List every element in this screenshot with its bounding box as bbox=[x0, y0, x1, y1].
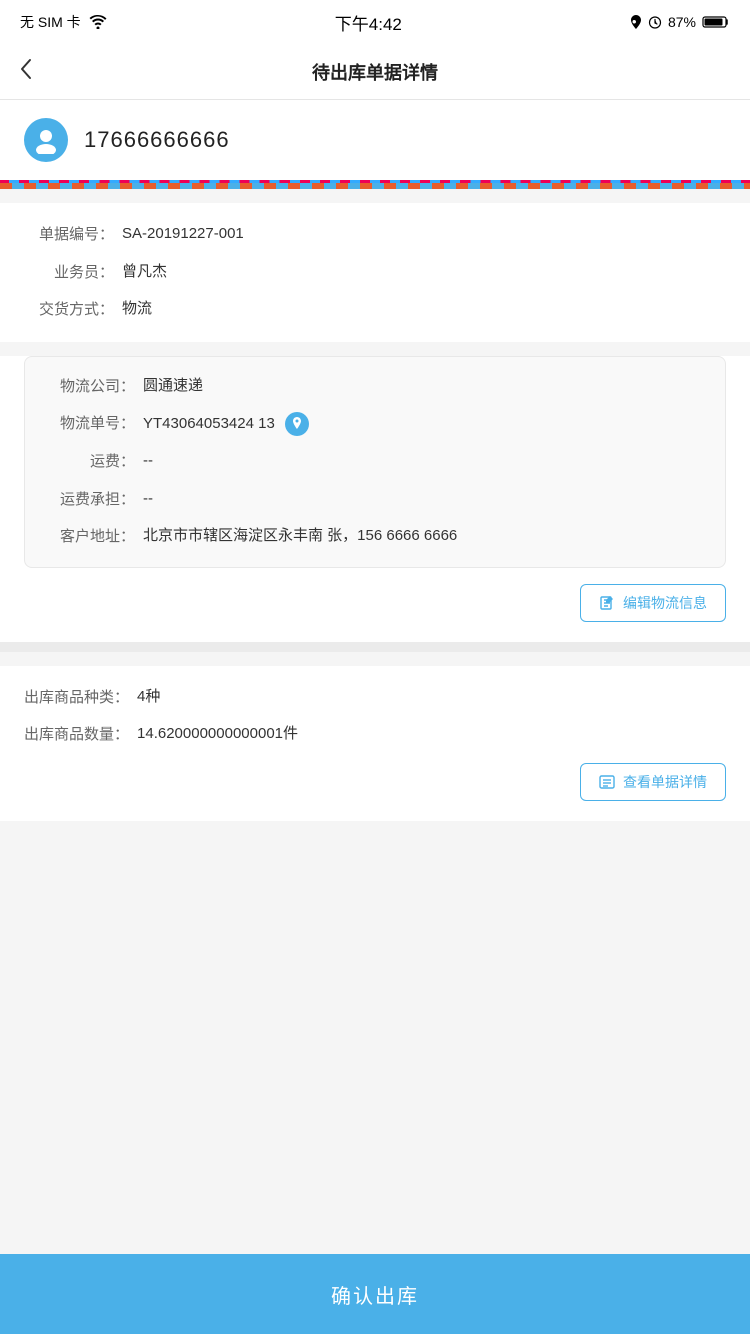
logistics-section: 物流公司： 圆通速递 物流单号： YT43064053424 13 运费： -- bbox=[0, 356, 750, 642]
delivery-value: 物流 bbox=[122, 298, 726, 321]
page-title: 待出库单据详情 bbox=[312, 59, 438, 85]
status-left: 无 SIM 卡 bbox=[20, 12, 107, 32]
battery-percent: 87% bbox=[668, 14, 696, 30]
sim-status: 无 SIM 卡 bbox=[20, 12, 81, 32]
gray-divider bbox=[0, 642, 750, 652]
logistics-company-label: 物流公司： bbox=[45, 375, 135, 399]
back-button[interactable] bbox=[12, 50, 40, 94]
outbound-section: 出库商品种类： 4种 出库商品数量： 14.620000000000001件 查… bbox=[0, 666, 750, 821]
address-row: 客户地址： 北京市市辖区海淀区永丰南 张，156 6666 6666 bbox=[45, 525, 705, 549]
status-bar: 无 SIM 卡 下午4:42 87% bbox=[0, 0, 750, 44]
confirm-bar[interactable]: 确认出库 bbox=[0, 1254, 750, 1334]
quantity-label: 出库商品数量： bbox=[24, 723, 129, 747]
logistics-company-value: 圆通速递 bbox=[143, 375, 705, 398]
salesman-row: 业务员： 曾凡杰 bbox=[24, 261, 726, 285]
view-detail-label: 查看单据详情 bbox=[623, 772, 707, 792]
freight-label: 运费： bbox=[45, 450, 135, 474]
salesman-value: 曾凡杰 bbox=[122, 261, 726, 284]
edit-logistics-button[interactable]: 编辑物流信息 bbox=[580, 584, 726, 622]
edit-logistics-label: 编辑物流信息 bbox=[623, 593, 707, 613]
quantity-value: 14.620000000000001件 bbox=[137, 723, 726, 746]
tracking-location-icon[interactable] bbox=[285, 412, 309, 436]
alarm-icon bbox=[648, 15, 662, 29]
nav-bar: 待出库单据详情 bbox=[0, 44, 750, 100]
logistics-tracking-value: YT43064053424 13 bbox=[143, 412, 705, 436]
status-right: 87% bbox=[630, 14, 730, 30]
delivery-row: 交货方式： 物流 bbox=[24, 298, 726, 322]
quantity-row: 出库商品数量： 14.620000000000001件 bbox=[24, 723, 726, 747]
basic-info-section: 单据编号： SA-20191227-001 业务员： 曾凡杰 交货方式： 物流 bbox=[0, 203, 750, 342]
category-value: 4种 bbox=[137, 686, 726, 709]
wifi-icon bbox=[89, 15, 107, 29]
logistics-company-row: 物流公司： 圆通速递 bbox=[45, 375, 705, 399]
freight-row: 运费： -- bbox=[45, 450, 705, 474]
freight-value: -- bbox=[143, 450, 705, 473]
content: 17666666666 单据编号： SA-20191227-001 业务员： 曾… bbox=[0, 100, 750, 1111]
order-no-row: 单据编号： SA-20191227-001 bbox=[24, 223, 726, 247]
logistics-tracking-row: 物流单号： YT43064053424 13 bbox=[45, 412, 705, 436]
customer-phone: 17666666666 bbox=[84, 127, 230, 153]
order-no-value: SA-20191227-001 bbox=[122, 223, 726, 246]
avatar bbox=[24, 118, 68, 162]
logistics-card: 物流公司： 圆通速递 物流单号： YT43064053424 13 运费： -- bbox=[24, 356, 726, 568]
confirm-button-label: 确认出库 bbox=[331, 1280, 419, 1309]
address-value: 北京市市辖区海淀区永丰南 张，156 6666 6666 bbox=[143, 525, 705, 548]
view-detail-button[interactable]: 查看单据详情 bbox=[580, 763, 726, 801]
freight-bear-row: 运费承担： -- bbox=[45, 488, 705, 512]
status-time: 下午4:42 bbox=[335, 10, 402, 35]
category-label: 出库商品种类： bbox=[24, 686, 129, 710]
delivery-label: 交货方式： bbox=[24, 298, 114, 322]
view-detail-btn-container: 查看单据详情 bbox=[24, 763, 726, 801]
logistics-tracking-label: 物流单号： bbox=[45, 412, 135, 436]
category-row: 出库商品种类： 4种 bbox=[24, 686, 726, 710]
edit-icon bbox=[599, 595, 615, 611]
bottom-spacer bbox=[0, 821, 750, 1021]
customer-header: 17666666666 bbox=[0, 100, 750, 183]
battery-icon bbox=[702, 15, 730, 29]
edit-logistics-btn-container: 编辑物流信息 bbox=[24, 584, 726, 622]
salesman-label: 业务员： bbox=[24, 261, 114, 285]
dashed-divider bbox=[0, 183, 750, 189]
freight-bear-label: 运费承担： bbox=[45, 488, 135, 512]
list-icon bbox=[599, 774, 615, 790]
freight-bear-value: -- bbox=[143, 488, 705, 511]
location-service-icon bbox=[630, 15, 642, 29]
order-no-label: 单据编号： bbox=[24, 223, 114, 247]
address-label: 客户地址： bbox=[45, 525, 135, 549]
